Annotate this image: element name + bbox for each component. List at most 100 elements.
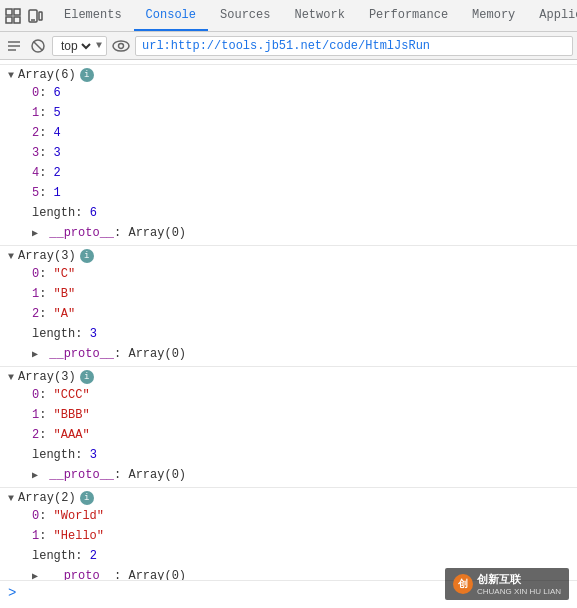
array-item: 4: 2 (24, 163, 577, 183)
svg-rect-2 (6, 17, 12, 23)
stop-icon[interactable] (28, 36, 48, 56)
array-header-3[interactable]: ▼ Array(2) i (0, 490, 577, 506)
proto-key: __proto__ (49, 347, 114, 361)
tab-network[interactable]: Network (282, 0, 356, 31)
devtools-toolbar: Elements Console Sources Network Perform… (0, 0, 577, 32)
array-item: 1: 5 (24, 103, 577, 123)
item-value: "BBB" (54, 408, 90, 422)
item-value: "B" (54, 287, 76, 301)
array-item: 5: 1 (24, 183, 577, 203)
toolbar-icons (4, 7, 44, 25)
expand-triangle: ▼ (8, 372, 14, 383)
console-output: ▼Array(6)i0: 61: 52: 43: 34: 25: 1length… (0, 60, 577, 580)
array-item: 1: "BBB" (24, 405, 577, 425)
item-value: "C" (54, 267, 76, 281)
eye-icon[interactable] (111, 36, 131, 56)
context-select[interactable]: top (57, 38, 94, 54)
tab-performance[interactable]: Performance (357, 0, 460, 31)
item-value: 2 (54, 166, 61, 180)
array-header-1[interactable]: ▼ Array(3) i (0, 248, 577, 264)
array-length-row: length: 3 (24, 445, 577, 465)
svg-point-13 (119, 43, 124, 48)
expand-triangle: ▼ (8, 493, 14, 504)
array-item: 1: "Hello" (24, 526, 577, 546)
tab-memory[interactable]: Memory (460, 0, 527, 31)
array-length-row: length: 2 (24, 546, 577, 566)
array-item: 0: 6 (24, 83, 577, 103)
svg-rect-1 (14, 9, 20, 15)
item-value: 4 (54, 126, 61, 140)
array-header-2[interactable]: ▼ Array(3) i (0, 369, 577, 385)
proto-key: __proto__ (49, 468, 114, 482)
proto-val: Array(0) (128, 226, 186, 240)
tab-sources[interactable]: Sources (208, 0, 282, 31)
watermark: 创 创新互联 CHUANG XIN HU LIAN (445, 568, 569, 600)
item-value: "Hello" (54, 529, 104, 543)
array-group-2: ▼ Array(3) i0: "CCC"1: "BBB"2: "AAA"length… (0, 366, 577, 487)
array-label: Array(3) (18, 370, 76, 384)
proto-triangle: ▶ (32, 468, 38, 483)
svg-rect-3 (14, 17, 20, 23)
array-group-3: ▼ Array(2) i0: "World"1: "Hello"length: 2 ▶… (0, 487, 577, 580)
watermark-logo: 创 (453, 574, 473, 594)
array-proto-row[interactable]: ▶ __proto__: Array(0) (24, 223, 577, 243)
svg-point-12 (113, 41, 129, 51)
item-value: "AAA" (54, 428, 90, 442)
inspect-icon[interactable] (4, 7, 22, 25)
tab-list: Elements Console Sources Network Perform… (52, 0, 577, 31)
item-value: 5 (54, 106, 61, 120)
tab-console[interactable]: Console (134, 0, 208, 31)
expand-triangle: ▼ (8, 251, 14, 262)
item-value: 1 (54, 186, 61, 200)
proto-key: __proto__ (49, 226, 114, 240)
array-item: 3: 3 (24, 143, 577, 163)
url-bar: url:http://tools.jb51.net/code/HtmlJsRun (135, 36, 573, 56)
proto-val: Array(0) (128, 569, 186, 580)
info-icon[interactable]: i (80, 491, 94, 505)
svg-line-11 (34, 41, 43, 50)
item-value: 6 (54, 86, 61, 100)
array-items-0: 0: 61: 52: 43: 34: 25: 1length: 6▶ __pro… (0, 83, 577, 243)
array-header-0[interactable]: ▼ Array(6) i (0, 67, 577, 83)
proto-key: __proto__ (49, 569, 114, 580)
array-proto-row[interactable]: ▶ __proto__: Array(0) (24, 465, 577, 485)
item-value: "World" (54, 509, 104, 523)
info-icon[interactable]: i (80, 249, 94, 263)
array-label: Array(2) (18, 491, 76, 505)
array-item: 0: "CCC" (24, 385, 577, 405)
array-item: 2: "AAA" (24, 425, 577, 445)
info-icon[interactable]: i (80, 68, 94, 82)
array-label: Array(3) (18, 249, 76, 263)
array-item: 2: "A" (24, 304, 577, 324)
proto-triangle: ▶ (32, 347, 38, 362)
console-toolbar: top ▼ url:http://tools.jb51.net/code/Htm… (0, 32, 577, 60)
array-items-2: 0: "CCC"1: "BBB"2: "AAA"length: 3▶ __pro… (0, 385, 577, 485)
proto-triangle: ▶ (32, 226, 38, 241)
proto-triangle: ▶ (32, 569, 38, 580)
item-value: "CCC" (54, 388, 90, 402)
array-group-1: ▼Array(3)i0: "C"1: "B"2: "A"length: 3▶ _… (0, 245, 577, 366)
item-value: "A" (54, 307, 76, 321)
tab-elements[interactable]: Elements (52, 0, 134, 31)
array-proto-row[interactable]: ▶ __proto__: Array(0) (24, 344, 577, 364)
array-item: 1: "B" (24, 284, 577, 304)
array-label: Array(6) (18, 68, 76, 82)
expand-triangle: ▼ (8, 70, 14, 81)
context-select-wrapper[interactable]: top ▼ (52, 36, 107, 56)
item-value: 3 (54, 146, 61, 160)
proto-val: Array(0) (128, 347, 186, 361)
array-length-row: length: 3 (24, 324, 577, 344)
info-icon[interactable]: i (80, 370, 94, 384)
watermark-text: 创新互联 CHUANG XIN HU LIAN (477, 572, 561, 596)
proto-val: Array(0) (128, 468, 186, 482)
device-icon[interactable] (26, 7, 44, 25)
clear-log-icon[interactable] (4, 36, 24, 56)
array-item: 0: "World" (24, 506, 577, 526)
array-item: 2: 4 (24, 123, 577, 143)
tab-application[interactable]: Application (527, 0, 577, 31)
svg-rect-0 (6, 9, 12, 15)
prompt-arrow: > (8, 585, 16, 601)
array-group-0: ▼Array(6)i0: 61: 52: 43: 34: 25: 1length… (0, 64, 577, 245)
svg-rect-5 (39, 12, 42, 20)
array-items-1: 0: "C"1: "B"2: "A"length: 3▶ __proto__: … (0, 264, 577, 364)
